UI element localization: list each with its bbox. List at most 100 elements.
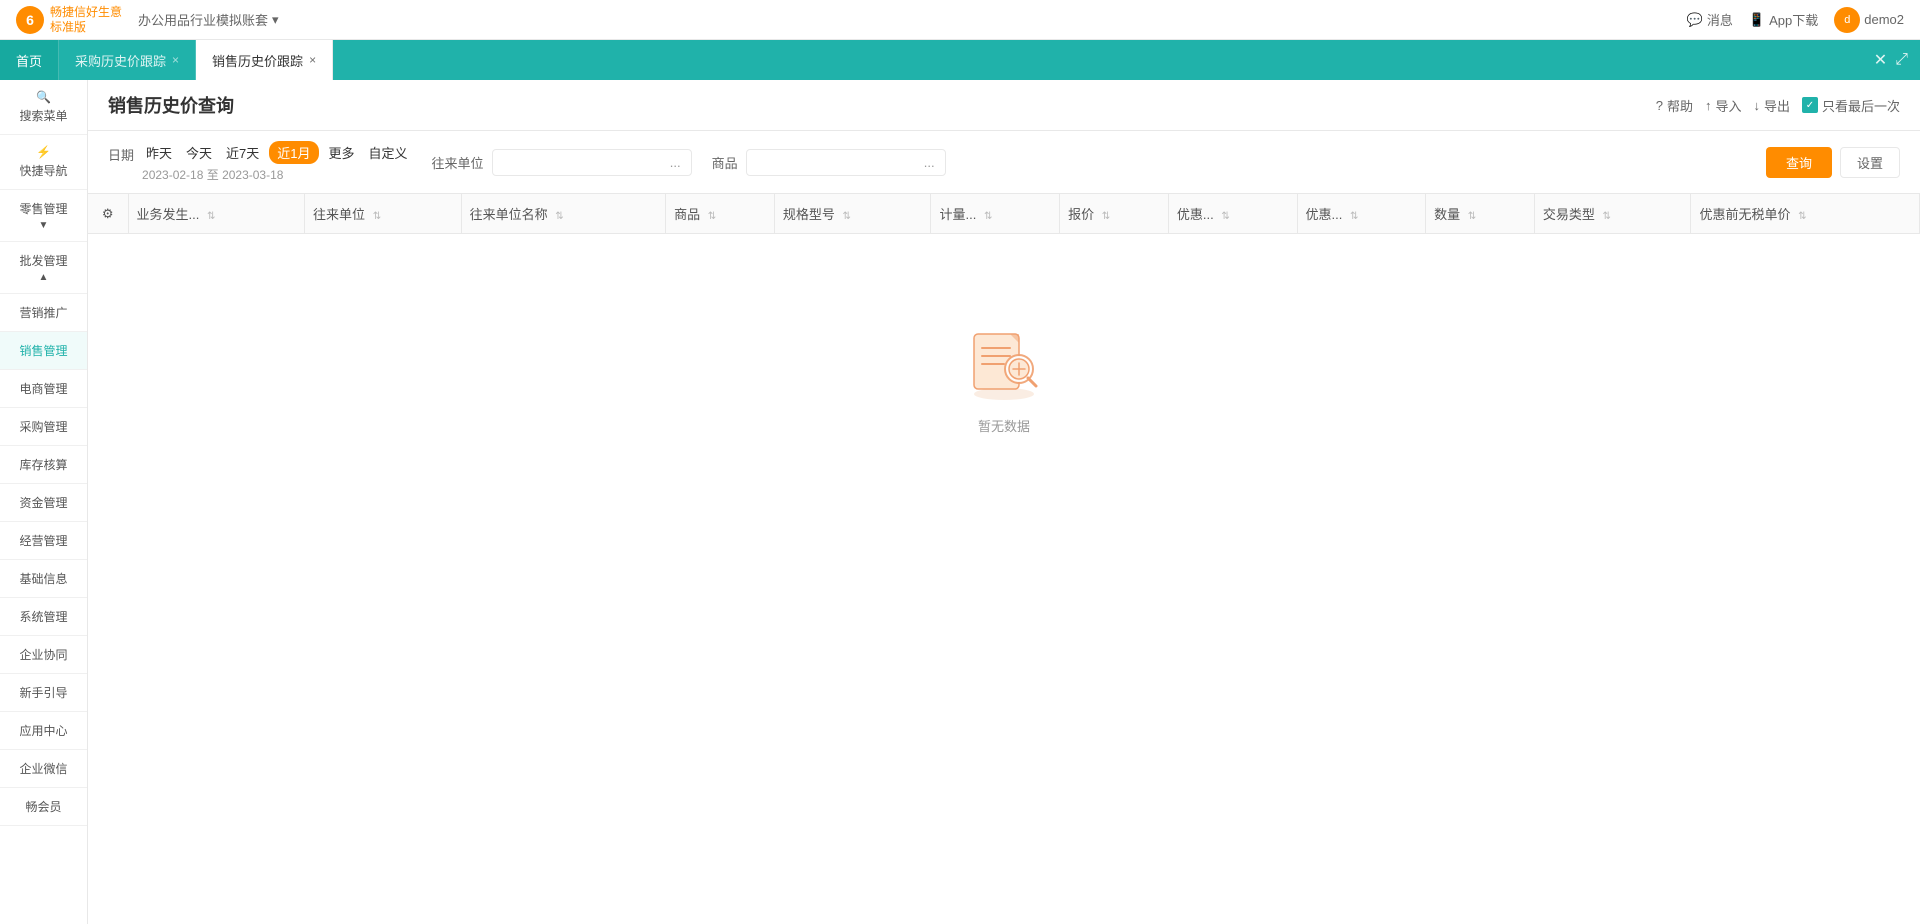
app-nav[interactable]: 📱 App下载 [1749,10,1818,29]
sidebar-item-operations[interactable]: 经营管理 [0,522,87,560]
date-option-custom[interactable]: 自定义 [365,141,412,164]
settings-button[interactable]: 设置 [1840,147,1900,178]
table-area: ⚙ 业务发生... ⇅ 往来单位 ⇅ 往来单位名称 ⇅ [88,194,1920,924]
date-option-1month[interactable]: 近1月 [269,141,318,164]
query-button[interactable]: 查询 [1766,147,1832,178]
th-quote[interactable]: 报价 ⇅ [1060,194,1169,234]
sidebar-item-enterprise[interactable]: 企业协同 [0,636,87,674]
wholesale-arrow-icon: ▲ [39,272,49,283]
goods-input[interactable]: ... [746,149,946,176]
sidebar-item-system[interactable]: 系统管理 [0,598,87,636]
sidebar-item-guide[interactable]: 新手引导 [0,674,87,712]
th-discount2[interactable]: 优惠... ⇅ [1297,194,1426,234]
date-option-today[interactable]: 今天 [182,141,216,164]
date-option-yesterday[interactable]: 昨天 [142,141,176,164]
partner-input[interactable]: ... [492,149,692,176]
message-nav[interactable]: 💬 消息 [1687,10,1733,29]
page-title-row: 销售历史价查询 ? 帮助 ↑ 导入 ↓ 导出 ✓ [108,92,1900,118]
table-header: ⚙ 业务发生... ⇅ 往来单位 ⇅ 往来单位名称 ⇅ [88,194,1920,234]
partner-filter-group: 往来单位 ... [432,149,692,176]
top-bar-left: 6 畅捷信好生意 标准版 办公用品行业模拟账套 ▾ [16,5,287,34]
tab-home[interactable]: 首页 [0,40,59,80]
empty-icon [954,314,1054,404]
goods-input-dots: ... [924,155,935,170]
only-last-checkbox[interactable]: ✓ 只看最后一次 [1802,96,1900,115]
export-icon: ↓ [1753,98,1760,113]
main-layout: 🔍 搜索菜单 ⚡ 快捷导航 零售管理 ▼ 批发管理 ▲ 营销推广 销售管理 电商… [0,80,1920,924]
th-discount1[interactable]: 优惠... ⇅ [1168,194,1297,234]
tab-purchase-close[interactable]: × [172,53,179,67]
import-button[interactable]: ↑ 导入 [1705,96,1742,115]
date-filter-label: 日期 [108,141,134,164]
fullscreen-button[interactable]: ⤢ [1895,51,1908,69]
sidebar-item-purchase-mgmt[interactable]: 采购管理 [0,408,87,446]
sidebar-item-sales-mgmt[interactable]: 销售管理 [0,332,87,370]
sort-arrows-trade-type: ⇅ [1603,211,1611,222]
sidebar-item-wholesale[interactable]: 批发管理 ▲ [0,242,87,294]
th-partner-name[interactable]: 往来单位名称 ⇅ [461,194,665,234]
th-qty[interactable]: 数量 ⇅ [1426,194,1535,234]
sidebar-item-basic-info[interactable]: 基础信息 [0,560,87,598]
import-icon: ↑ [1705,98,1712,113]
help-icon: ? [1656,98,1663,113]
partner-input-dots: ... [670,155,681,170]
tab-sales[interactable]: 销售历史价跟踪 × [196,40,333,80]
date-options-wrapper: 昨天 今天 近7天 近1月 更多 自定义 2023-02-18 至 2023-0… [142,141,412,183]
sort-arrows-biz-date: ⇅ [207,211,215,222]
sidebar-item-quick-nav[interactable]: ⚡ 快捷导航 [0,135,87,190]
top-bar: 6 畅捷信好生意 标准版 办公用品行业模拟账套 ▾ 💬 消息 📱 App下载 d… [0,0,1920,40]
th-biz-date[interactable]: 业务发生... ⇅ [128,194,305,234]
sort-arrows-goods: ⇅ [708,211,716,222]
sort-arrows-partner-name: ⇅ [555,211,563,222]
tab-purchase[interactable]: 采购历史价跟踪 × [59,40,196,80]
page-actions: ? 帮助 ↑ 导入 ↓ 导出 ✓ 只看最后一次 [1656,96,1900,115]
date-option-more[interactable]: 更多 [325,141,359,164]
user-nav[interactable]: d demo2 [1834,7,1904,33]
logo-text: 畅捷信好生意 标准版 [50,5,122,34]
sidebar-item-marketing[interactable]: 营销推广 [0,294,87,332]
date-option-7days[interactable]: 近7天 [222,141,263,164]
data-table: ⚙ 业务发生... ⇅ 往来单位 ⇅ 往来单位名称 ⇅ [88,194,1920,234]
workspace-selector[interactable]: 办公用品行业模拟账套 ▾ [130,6,287,33]
help-button[interactable]: ? 帮助 [1656,96,1693,115]
goods-filter-group: 商品 ... [712,149,946,176]
sidebar-item-ecommerce[interactable]: 电商管理 [0,370,87,408]
sidebar-item-retail[interactable]: 零售管理 ▼ [0,190,87,242]
th-goods[interactable]: 商品 ⇅ [666,194,775,234]
export-button[interactable]: ↓ 导出 [1753,96,1790,115]
sidebar-item-inventory[interactable]: 库存核算 [0,446,87,484]
sort-arrows-unit: ⇅ [984,211,992,222]
retail-arrow-icon: ▼ [39,220,49,231]
partner-filter-label: 往来单位 [432,149,484,172]
sort-arrows-discount1: ⇅ [1221,211,1229,222]
th-partner-code[interactable]: 往来单位 ⇅ [305,194,462,234]
close-all-tabs-button[interactable]: ✕ [1874,50,1887,70]
sort-arrows-quote: ⇅ [1102,211,1110,222]
empty-text: 暂无数据 [978,416,1030,435]
sidebar: 🔍 搜索菜单 ⚡ 快捷导航 零售管理 ▼ 批发管理 ▲ 营销推广 销售管理 电商… [0,80,88,924]
tab-sales-close[interactable]: × [309,53,316,67]
th-spec[interactable]: 规格型号 ⇅ [774,194,931,234]
quicknav-icon: ⚡ [36,145,51,159]
page-title: 销售历史价查询 [108,92,234,118]
sort-arrows-spec: ⇅ [843,211,851,222]
sidebar-item-app-center[interactable]: 应用中心 [0,712,87,750]
th-gear[interactable]: ⚙ [88,194,128,234]
content-area: 销售历史价查询 ? 帮助 ↑ 导入 ↓ 导出 ✓ [88,80,1920,924]
th-trade-type[interactable]: 交易类型 ⇅ [1534,194,1691,234]
table-header-row: ⚙ 业务发生... ⇅ 往来单位 ⇅ 往来单位名称 ⇅ [88,194,1920,234]
page-header: 销售历史价查询 ? 帮助 ↑ 导入 ↓ 导出 ✓ [88,80,1920,131]
sidebar-item-finance[interactable]: 资金管理 [0,484,87,522]
sidebar-item-member[interactable]: 畅会员 [0,788,87,826]
sidebar-item-wechat[interactable]: 企业微信 [0,750,87,788]
sort-arrows-qty: ⇅ [1468,211,1476,222]
sidebar-item-search-menu[interactable]: 🔍 搜索菜单 [0,80,87,135]
goods-filter-label: 商品 [712,149,738,172]
avatar: d [1834,7,1860,33]
app-icon: 📱 [1749,12,1765,28]
th-unit[interactable]: 计量... ⇅ [931,194,1060,234]
date-filter-group: 日期 昨天 今天 近7天 近1月 更多 自定义 2023-02-18 至 202… [108,141,412,183]
th-pretax-price[interactable]: 优惠前无税单价 ⇅ [1691,194,1920,234]
chevron-down-icon: ▾ [272,12,279,28]
sort-arrows-pretax-price: ⇅ [1798,211,1806,222]
